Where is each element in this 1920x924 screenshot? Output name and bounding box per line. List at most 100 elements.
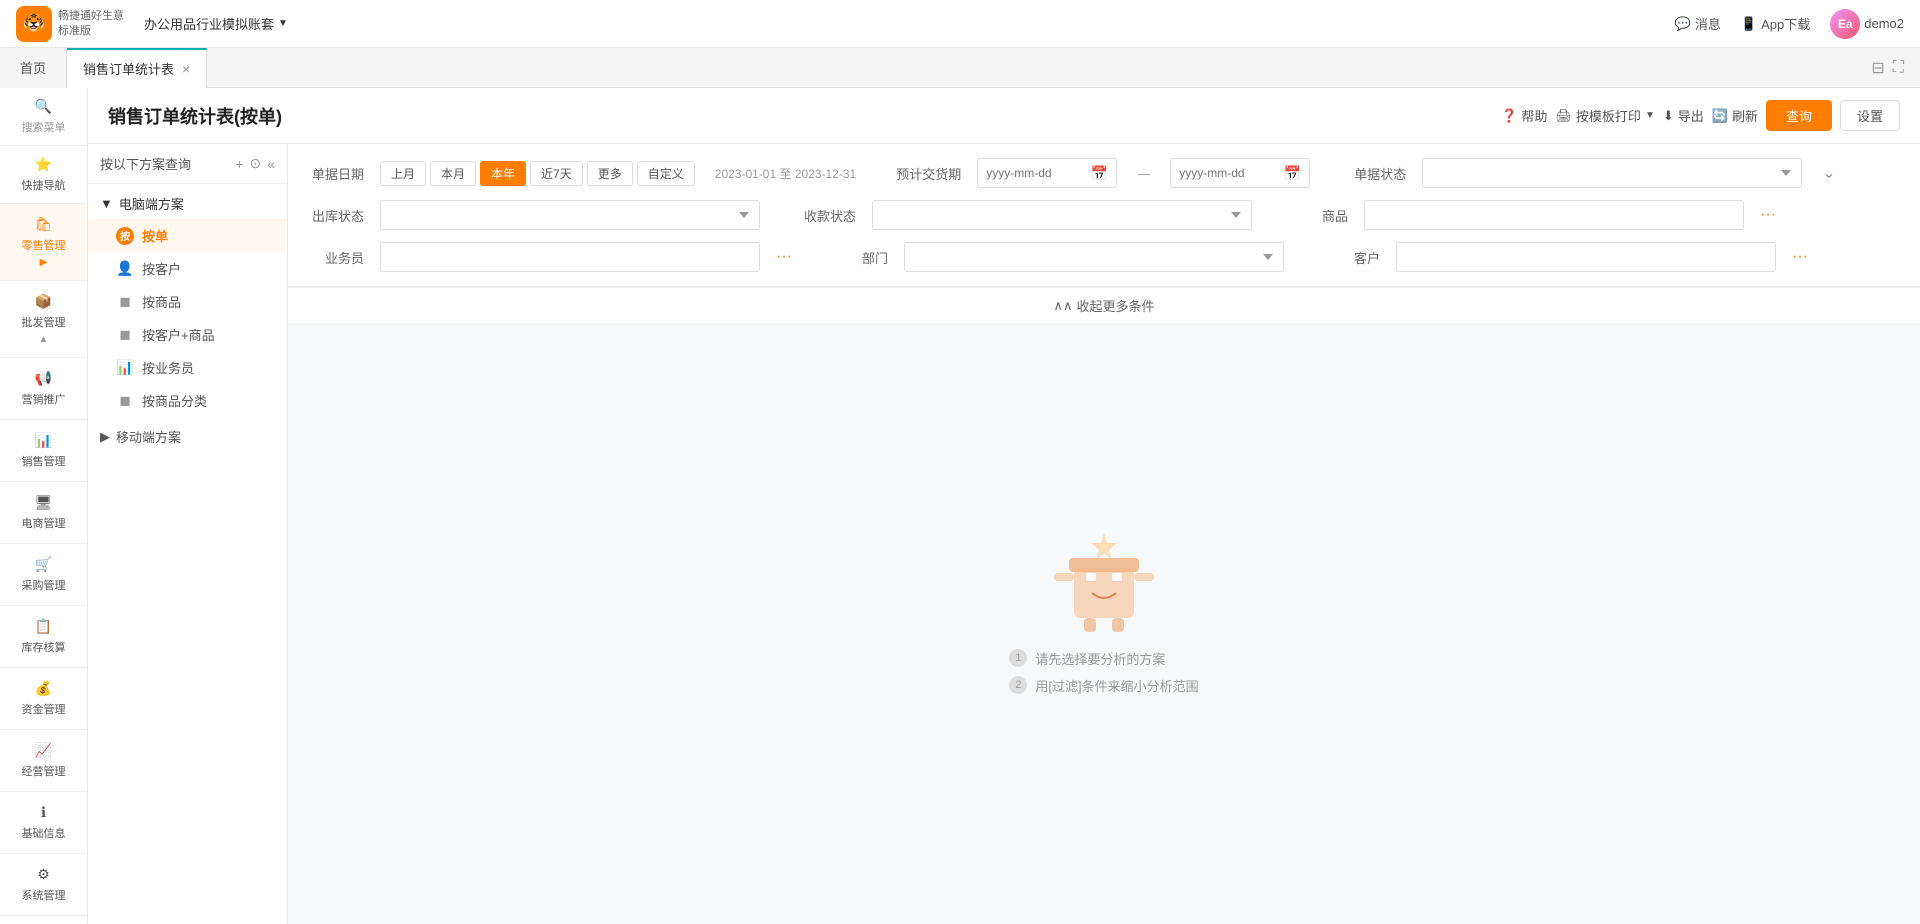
sidebar-item-ecommerce[interactable]: 🖥 电商管理 [0, 482, 87, 544]
collapse-btn[interactable]: ∧∧ 收起更多条件 [1053, 296, 1154, 315]
sidebar-item-retail[interactable]: 🛍 零售管理 ▶ [0, 204, 87, 281]
settings-button[interactable]: 设置 [1840, 100, 1900, 131]
salesperson-input[interactable] [380, 242, 760, 272]
expected-date-start-input[interactable] [986, 166, 1087, 180]
bill-state-select[interactable] [1422, 158, 1802, 188]
tab-minimize-icon[interactable]: ⊟ [1871, 58, 1884, 78]
date-btn-more[interactable]: 更多 [587, 161, 633, 186]
customer-input[interactable] [1396, 242, 1776, 272]
search-icon: 🔍 [35, 98, 52, 115]
tab-maximize-icon[interactable]: ⛶ [1893, 59, 1904, 77]
scheme-collapse-btn[interactable]: « [267, 156, 275, 172]
app-download-btn[interactable]: 📱 App下载 [1741, 14, 1810, 33]
tab-sales-order[interactable]: 销售订单统计表 × [67, 48, 207, 88]
expected-date-end-input[interactable] [1179, 166, 1280, 180]
salesperson-more-btn[interactable]: ··· [776, 248, 792, 266]
scheme-item-by-category[interactable]: ◼ 按商品分类 [88, 384, 287, 417]
date-btn-this-year[interactable]: 本年 [480, 161, 526, 186]
date-btn-7days[interactable]: 近7天 [530, 161, 583, 186]
sidebar-item-inventory[interactable]: 📋 库存核算 [0, 606, 87, 668]
sidebar-item-enterprise[interactable]: 🤝 企业协同 [0, 916, 87, 924]
tabbar: 首页 销售订单统计表 × ⊟ ⛶ [0, 48, 1920, 88]
export-btn[interactable]: ⬇ 导出 [1663, 106, 1704, 125]
filter-section: 单据日期 上月 本月 本年 近7天 更多 自定义 2023-01-01 至 20… [288, 144, 1920, 323]
chevron-right-icon: ▶ [40, 257, 48, 268]
print-icon: 🖨 [1555, 108, 1572, 124]
content-area: 销售订单统计表(按单) ❓ 帮助 🖨 按模板打印 ▼ ⬇ 导出 🔄 刷新 [88, 88, 1920, 924]
sidebar-item-finance[interactable]: 💰 资金管理 [0, 668, 87, 730]
scheme-item-by-product[interactable]: ◼ 按商品 [88, 285, 287, 318]
empty-illustration [1044, 513, 1164, 633]
logo-text: 畅捷通好生意 标准版 [58, 9, 124, 38]
page-header: 销售订单统计表(按单) ❓ 帮助 🖨 按模板打印 ▼ ⬇ 导出 🔄 刷新 [88, 88, 1920, 144]
tab-close-icon[interactable]: × [182, 62, 190, 76]
sidebar-item-sales[interactable]: 📊 销售管理 [0, 420, 87, 482]
chevron-down-pc-icon: ▼ [100, 196, 113, 211]
page-dropdown[interactable]: 办公用品行业模拟账套 ▼ [144, 14, 288, 33]
date-btn-custom[interactable]: 自定义 [637, 161, 695, 186]
customer-more-btn[interactable]: ··· [1792, 248, 1808, 266]
scheme-item-by-customer[interactable]: 👤 按客户 [88, 252, 287, 285]
empty-svg-icon [1044, 513, 1164, 633]
user-profile-btn[interactable]: Ea demo2 [1830, 9, 1904, 39]
ship-state-label: 出库状态 [308, 206, 364, 225]
purchase-icon: 🛒 [35, 556, 52, 573]
refresh-icon: 🔄 [1712, 108, 1728, 124]
product-more-btn[interactable]: ··· [1760, 206, 1776, 224]
sidebar-item-basic[interactable]: ℹ 基础信息 [0, 792, 87, 854]
scheme-group-mobile-header[interactable]: ▶ 移动端方案 [88, 421, 287, 452]
sidebar-operation-label: 经营管理 [22, 763, 66, 779]
scheme-edit-btn[interactable]: ⊙ [249, 155, 261, 172]
expected-date-label: 预计交货期 [896, 164, 961, 183]
print-chevron-icon: ▼ [1645, 110, 1655, 121]
help-icon: ❓ [1501, 108, 1517, 124]
dept-select[interactable] [904, 242, 1284, 272]
sidebar-item-marketing[interactable]: 📢 营销推广 [0, 358, 87, 420]
scheme-item-by-customer-product[interactable]: ◼ 按客户+商品 [88, 318, 287, 351]
bill-state-expand-icon: ⌄ [1822, 163, 1835, 183]
sidebar-shortcuts-label: 快捷导航 [22, 177, 66, 193]
sidebar-system-label: 系统管理 [22, 887, 66, 903]
product-input[interactable] [1364, 200, 1744, 230]
query-button[interactable]: 查询 [1766, 100, 1832, 131]
scheme-salesperson-icon: 📊 [116, 359, 134, 377]
mobile-icon: 📱 [1741, 16, 1757, 32]
tab-home[interactable]: 首页 [0, 48, 67, 88]
scheme-add-btn[interactable]: + [235, 156, 243, 172]
sidebar: 🔍 搜索菜单 ⭐ 快捷导航 🛍 零售管理 ▶ 📦 批发管理 ▲ 📢 营销推广 📊… [0, 88, 88, 924]
filter-area: 单据日期 上月 本月 本年 近7天 更多 自定义 2023-01-01 至 20… [288, 144, 1920, 287]
scheme-panel: 按以下方案查询 + ⊙ « ▼ 电脑端方案 按 按单 [88, 144, 288, 924]
tabbar-actions: ⊟ ⛶ [1871, 58, 1920, 78]
scheme-customer-product-icon: ◼ [116, 326, 134, 344]
sidebar-item-purchase[interactable]: 🛒 采购管理 [0, 544, 87, 606]
sidebar-sales-label: 销售管理 [22, 453, 66, 469]
scheme-panel-header-actions: + ⊙ « [235, 155, 275, 172]
scheme-panel-header: 按以下方案查询 + ⊙ « [88, 144, 287, 184]
tip-num-1: 1 [1009, 649, 1027, 667]
scheme-group-pc-header[interactable]: ▼ 电脑端方案 [88, 188, 287, 219]
sidebar-item-shortcuts[interactable]: ⭐ 快捷导航 [0, 146, 87, 204]
sidebar-item-wholesale[interactable]: 📦 批发管理 ▲ [0, 281, 87, 358]
scheme-item-by-salesperson[interactable]: 📊 按业务员 [88, 351, 287, 384]
help-btn[interactable]: ❓ 帮助 [1501, 106, 1547, 125]
refresh-btn[interactable]: 🔄 刷新 [1712, 106, 1758, 125]
scheme-order-icon: 按 [116, 227, 134, 245]
pay-state-select[interactable] [872, 200, 1252, 230]
finance-icon: 💰 [35, 680, 52, 697]
ship-state-select[interactable] [380, 200, 760, 230]
app-logo: 🐯 畅捷通好生意 标准版 [16, 6, 124, 42]
date-range-text: 2023-01-01 至 2023-12-31 [715, 165, 856, 182]
sidebar-item-operation[interactable]: 📈 经营管理 [0, 730, 87, 792]
scheme-item-by-order[interactable]: 按 按单 [88, 219, 287, 252]
date-btn-this-month[interactable]: 本月 [430, 161, 476, 186]
topbar-center: 办公用品行业模拟账套 ▼ [124, 14, 1675, 33]
sidebar-item-system[interactable]: ⚙ 系统管理 [0, 854, 87, 916]
template-print-btn[interactable]: 🖨 按模板打印 ▼ [1555, 106, 1654, 125]
date-btn-last-month[interactable]: 上月 [380, 161, 426, 186]
sidebar-item-search[interactable]: 🔍 搜索菜单 [0, 88, 87, 146]
message-btn[interactable]: 💬 消息 [1675, 14, 1721, 33]
wholesale-icon: 📦 [35, 293, 52, 310]
template-print-label: 按模板打印 [1576, 106, 1641, 125]
filter-row-1: 单据日期 上月 本月 本年 近7天 更多 自定义 2023-01-01 至 20… [308, 158, 1900, 188]
page-dropdown-label: 办公用品行业模拟账套 [144, 14, 274, 33]
